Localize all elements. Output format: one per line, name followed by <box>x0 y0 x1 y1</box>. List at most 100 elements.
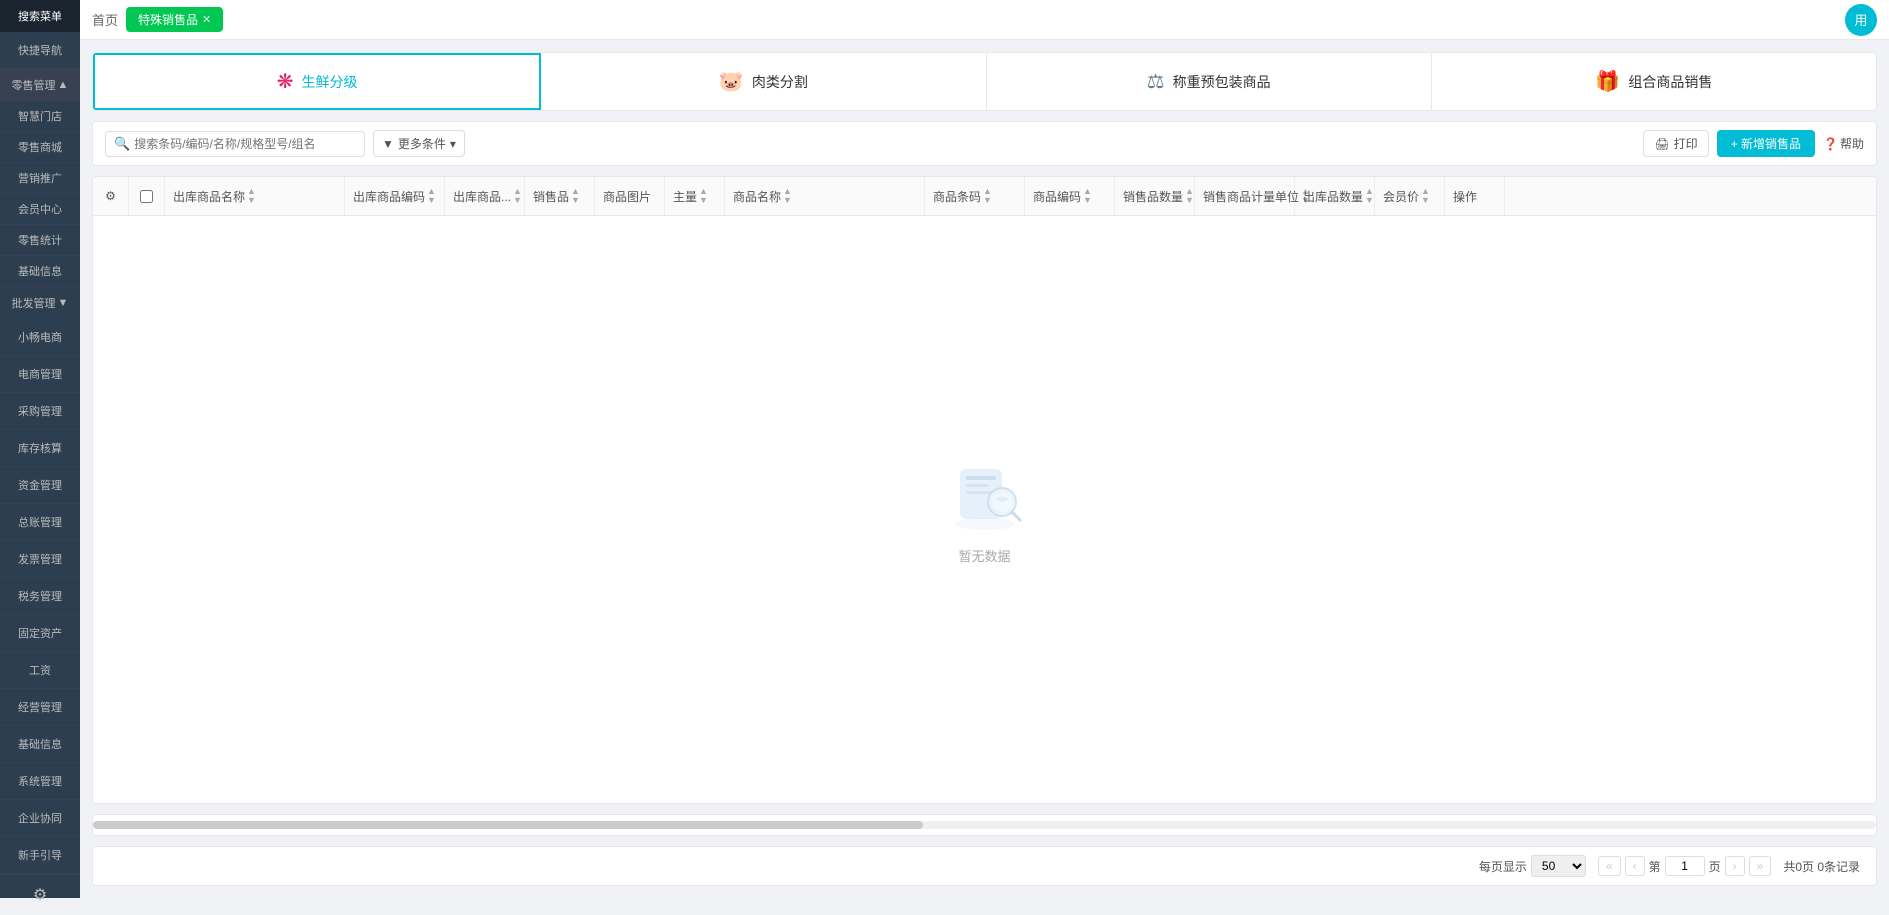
sort-icon[interactable]: ▲▼ <box>513 187 522 205</box>
sidebar-item-member[interactable]: 会员中心 <box>0 194 80 225</box>
sort-icon[interactable]: ▲▼ <box>427 187 436 205</box>
prev-page-button[interactable]: ‹ <box>1625 856 1645 876</box>
th-sale-unit: 销售商品计量单位 ▲▼ <box>1195 177 1295 215</box>
add-label: + 新增销售品 <box>1731 135 1801 152</box>
user-avatar[interactable]: 用 <box>1845 4 1877 36</box>
tab-weight-prepack[interactable]: ⚖ 称重预包装商品 <box>987 53 1432 110</box>
empty-text: 暂无数据 <box>958 546 1010 565</box>
sidebar-item-fixed-assets[interactable]: 固定资产 <box>0 615 80 652</box>
print-button[interactable]: 🖨 打印 <box>1643 130 1708 157</box>
sidebar-item-tax[interactable]: 税务管理 <box>0 578 80 615</box>
retail-label: 零售管理 <box>12 77 56 93</box>
sort-icon[interactable]: ▲▼ <box>247 187 256 205</box>
th-main-quantity: 主量 ▲▼ <box>665 177 725 215</box>
category-tabs: ❋ 生鲜分级 🐷 肉类分割 ⚖ 称重预包装商品 🎁 组合商品销售 <box>92 52 1877 111</box>
combo-sales-label: 组合商品销售 <box>1628 72 1712 92</box>
sidebar-item-wholesale[interactable]: 批发管理 ▼ <box>0 287 80 319</box>
active-tab-label: 特殊销售品 <box>138 11 198 28</box>
sidebar-item-base-info-1[interactable]: 基础信息 <box>0 256 80 287</box>
active-tab[interactable]: 特殊销售品 ✕ <box>126 7 223 32</box>
content-area: ❋ 生鲜分级 🐷 肉类分割 ⚖ 称重预包装商品 🎁 组合商品销售 <box>80 40 1889 898</box>
scrollbar-track[interactable] <box>93 821 1876 829</box>
sidebar-item-system[interactable]: 系统管理 <box>0 763 80 800</box>
th-goods-image: 商品图片 <box>595 177 665 215</box>
sort-icon[interactable]: ▲▼ <box>1185 187 1194 205</box>
gear-icon[interactable]: ⚙ <box>0 875 80 915</box>
scrollbar-thumb[interactable] <box>93 821 923 829</box>
table-scroll[interactable]: ⚙ 出库商品名称 ▲▼ 出库商品编码 ▲▼ 出库商品... ▲▼ <box>93 177 1876 216</box>
table-header: ⚙ 出库商品名称 ▲▼ 出库商品编码 ▲▼ 出库商品... ▲▼ <box>93 177 1876 216</box>
filter-icon: ▼ <box>382 137 394 151</box>
sidebar-item-inventory[interactable]: 库存核算 <box>0 430 80 467</box>
per-page-select[interactable]: 50 10 20 100 <box>1531 855 1586 877</box>
filter-button[interactable]: ▼ 更多条件 ▾ <box>373 130 465 157</box>
combo-sales-icon: 🎁 <box>1595 69 1620 94</box>
th-operation: 操作 <box>1445 177 1505 215</box>
sort-icon[interactable]: ▲▼ <box>1421 187 1430 205</box>
add-button[interactable]: + 新增销售品 <box>1717 130 1815 157</box>
sort-icon[interactable]: ▲▼ <box>1365 187 1374 205</box>
sidebar-item-enterprise[interactable]: 企业协同 <box>0 800 80 837</box>
th-check[interactable] <box>129 177 165 215</box>
help-label: 帮助 <box>1840 135 1864 152</box>
last-page-button[interactable]: » <box>1749 856 1772 876</box>
sidebar-item-ledger[interactable]: 总账管理 <box>0 504 80 541</box>
member-label: 会员中心 <box>18 201 62 217</box>
th-setting[interactable]: ⚙ <box>93 177 129 215</box>
tab-fresh-grading[interactable]: ❋ 生鲜分级 <box>93 53 541 110</box>
wholesale-label: 批发管理 <box>12 295 56 311</box>
sidebar: 搜索菜单 快捷导航 零售管理 ▲ 智慧门店 零售商城 营销推广 会员中心 零售统… <box>0 0 80 898</box>
help-button[interactable]: ❓ 帮助 <box>1823 135 1864 152</box>
search-input[interactable] <box>134 137 354 151</box>
sidebar-item-quick-nav[interactable]: 快捷导航 <box>0 32 80 69</box>
close-icon[interactable]: ✕ <box>202 13 211 26</box>
search-box[interactable]: 🔍 <box>105 131 365 157</box>
sort-icon[interactable]: ▲▼ <box>571 187 580 205</box>
sidebar-item-invoice[interactable]: 发票管理 <box>0 541 80 578</box>
toolbar-left: 🔍 ▼ 更多条件 ▾ <box>105 130 465 157</box>
retail-mall-label: 零售商城 <box>18 139 62 155</box>
main-area: 首页 特殊销售品 ✕ 用 ❋ 生鲜分级 🐷 肉类分割 ⚖ 称重预包装商品 <box>80 0 1889 898</box>
sidebar-item-retail[interactable]: 零售管理 ▲ <box>0 69 80 101</box>
th-goods-name: 商品名称 ▲▼ <box>725 177 925 215</box>
total-info: 共0页 0条记录 <box>1783 858 1860 875</box>
toolbar-right: 🖨 打印 + 新增销售品 ❓ 帮助 <box>1643 130 1864 157</box>
th-warehouse-name: 出库商品名称 ▲▼ <box>165 177 345 215</box>
sidebar-logo[interactable]: 搜索菜单 <box>0 0 80 32</box>
sidebar-item-ecom-manage[interactable]: 电商管理 <box>0 356 80 393</box>
sidebar-item-retail-stats[interactable]: 零售统计 <box>0 225 80 256</box>
sort-icon[interactable]: ▲▼ <box>983 187 992 205</box>
page-input[interactable] <box>1665 856 1705 876</box>
sidebar-item-base-info-2[interactable]: 基础信息 <box>0 726 80 763</box>
sidebar-item-biz-manage[interactable]: 经营管理 <box>0 689 80 726</box>
sidebar-item-retail-mall[interactable]: 零售商城 <box>0 132 80 163</box>
topbar: 首页 特殊销售品 ✕ 用 <box>80 0 1889 40</box>
breadcrumb-home[interactable]: 首页 <box>92 10 118 29</box>
sort-icon[interactable]: ▲▼ <box>1083 187 1092 205</box>
per-page-label: 每页显示 <box>1479 858 1527 875</box>
first-page-button[interactable]: « <box>1598 856 1621 876</box>
tab-meat-cutting[interactable]: 🐷 肉类分割 <box>541 53 986 110</box>
sidebar-item-ecom-small[interactable]: 小畅电商 <box>0 319 80 356</box>
sidebar-item-salary[interactable]: 工资 <box>0 652 80 689</box>
sidebar-item-smart-store[interactable]: 智慧门店 <box>0 101 80 132</box>
sort-icon[interactable]: ▲▼ <box>699 187 708 205</box>
page-size-selector: 每页显示 50 10 20 100 <box>1479 855 1586 877</box>
next-page-button[interactable]: › <box>1725 856 1745 876</box>
select-all-checkbox[interactable] <box>140 190 153 203</box>
th-warehouse-spec: 出库商品... ▲▼ <box>445 177 525 215</box>
smart-store-label: 智慧门店 <box>18 108 62 124</box>
sort-icon[interactable]: ▲▼ <box>783 187 792 205</box>
filter-arrow-icon: ▾ <box>450 137 456 151</box>
retail-stats-label: 零售统计 <box>18 232 62 248</box>
th-sale-item: 销售品 ▲▼ <box>525 177 595 215</box>
help-icon: ❓ <box>1823 137 1838 151</box>
th-warehouse-code: 出库商品编码 ▲▼ <box>345 177 445 215</box>
sidebar-item-purchase[interactable]: 采购管理 <box>0 393 80 430</box>
sidebar-item-marketing[interactable]: 营销推广 <box>0 163 80 194</box>
tab-combo-sales[interactable]: 🎁 组合商品销售 <box>1432 53 1876 110</box>
marketing-label: 营销推广 <box>18 170 62 186</box>
th-out-qty: 出库品数量 ▲▼ <box>1295 177 1375 215</box>
sidebar-item-finance[interactable]: 资金管理 <box>0 467 80 504</box>
sidebar-item-tutorial[interactable]: 新手引导 <box>0 837 80 874</box>
